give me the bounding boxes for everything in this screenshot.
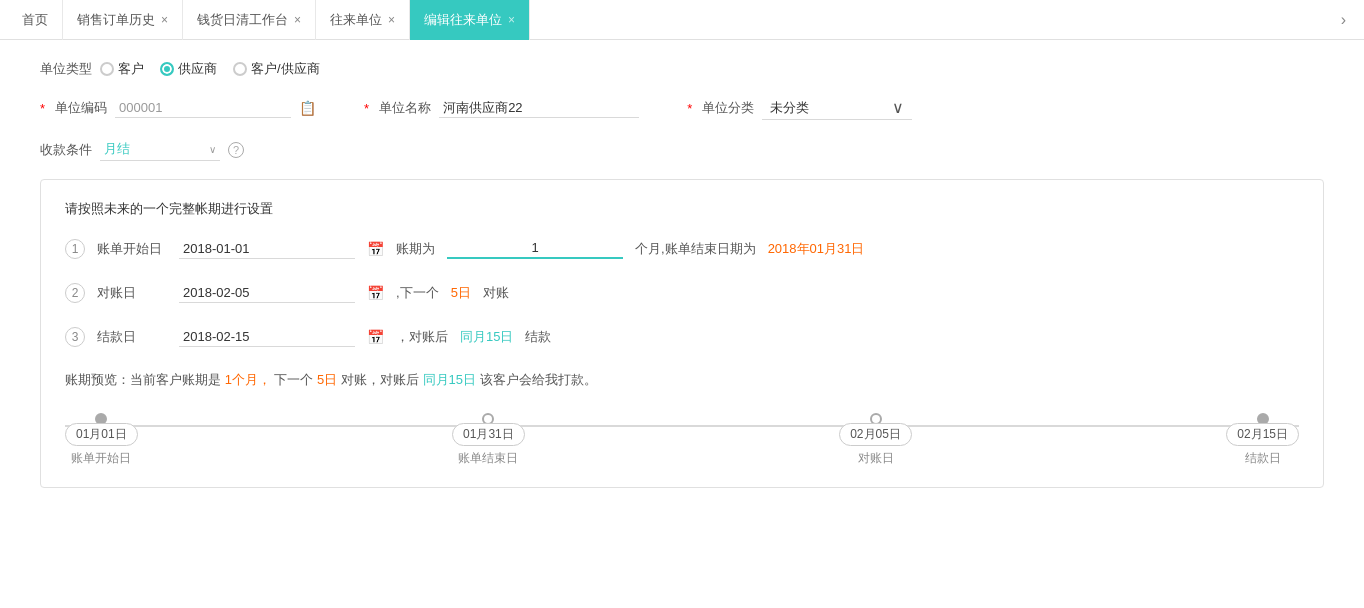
unit-category-value: 未分类 — [770, 99, 888, 117]
step-2-row: 2 对账日 📅 ,下一个 5日 对账 — [65, 283, 1299, 303]
radio-customer-label: 客户 — [118, 60, 144, 78]
step-1-date-input[interactable] — [179, 239, 355, 259]
step-1-end-date: 2018年01月31日 — [768, 240, 865, 258]
step-3-suffix: 结款 — [525, 328, 551, 346]
calendar-icon-2[interactable]: 📅 — [367, 285, 384, 301]
radio-both[interactable]: 客户/供应商 — [233, 60, 320, 78]
copy-icon[interactable]: 📋 — [299, 100, 316, 116]
node-badge-1: 01月01日 — [65, 423, 138, 446]
unit-name-input[interactable] — [439, 98, 639, 118]
timeline: 01月01日 账单开始日 01月31日 账单结束日 02月05日 对账日 — [65, 413, 1299, 467]
radio-supplier[interactable]: 供应商 — [160, 60, 217, 78]
main-content: 单位类型 客户 供应商 客户/供应商 * 单位编码 📋 — [0, 40, 1364, 608]
tab-sales-history[interactable]: 销售订单历史 × — [63, 0, 183, 40]
tab-home[interactable]: 首页 — [8, 0, 63, 40]
node-label-4: 结款日 — [1245, 450, 1281, 467]
step-3-number: 3 — [65, 327, 85, 347]
step-2-prefix: ,下一个 — [396, 284, 439, 302]
unit-name-item: * 单位名称 — [364, 98, 639, 118]
period-value-input[interactable] — [447, 238, 623, 259]
node-badge-2: 01月31日 — [452, 423, 525, 446]
chevron-down-small-icon: ∨ — [209, 144, 216, 155]
step-2-suffix: 对账 — [483, 284, 509, 302]
step-1-period-unit: 个月,账单结束日期为 — [635, 240, 756, 258]
radio-both-circle — [233, 62, 247, 76]
tab-bar: 首页 销售订单历史 × 钱货日清工作台 × 往来单位 × 编辑往来单位 × › — [0, 0, 1364, 40]
node-label-3: 对账日 — [858, 450, 894, 467]
step-3-highlight: 同月15日 — [460, 328, 513, 346]
calendar-icon-1[interactable]: 📅 — [367, 241, 384, 257]
preview-text: 账期预览：当前客户账期是 1个月， 下一个 5日 对账，对账后 同月15日 该客… — [65, 371, 1299, 389]
step-3-date-input[interactable] — [179, 327, 355, 347]
radio-supplier-label: 供应商 — [178, 60, 217, 78]
node-label-1: 账单开始日 — [71, 450, 131, 467]
timeline-node-4: 02月15日 结款日 — [1226, 413, 1299, 467]
timeline-nodes: 01月01日 账单开始日 01月31日 账单结束日 02月05日 对账日 — [65, 413, 1299, 467]
step-2-number: 2 — [65, 283, 85, 303]
step-3-label: 结款日 — [97, 328, 167, 346]
step-1-row: 1 账单开始日 📅 账期为 个月,账单结束日期为 2018年01月31日 — [65, 238, 1299, 259]
payment-item: 收款条件 月结 ∨ ? — [40, 138, 244, 161]
unit-category-label: 单位分类 — [702, 99, 754, 117]
timeline-node-3: 02月05日 对账日 — [839, 413, 912, 467]
unit-category-item: * 单位分类 未分类 ∨ — [687, 96, 912, 120]
tab-more-button[interactable]: › — [1331, 11, 1356, 29]
payment-value: 月结 — [104, 140, 205, 158]
tab-partner[interactable]: 往来单位 × — [316, 0, 410, 40]
unit-category-select[interactable]: 未分类 ∨ — [762, 96, 912, 120]
node-badge-4: 02月15日 — [1226, 423, 1299, 446]
step-1-suffix: 账期为 — [396, 240, 435, 258]
close-edit-partner[interactable]: × — [508, 13, 515, 27]
timeline-node-2: 01月31日 账单结束日 — [452, 413, 525, 467]
name-required-star: * — [364, 101, 369, 116]
timeline-node-1: 01月01日 账单开始日 — [65, 413, 138, 467]
code-required-star: * — [40, 101, 45, 116]
tab-edit-partner[interactable]: 编辑往来单位 × — [410, 0, 530, 40]
step-2-label: 对账日 — [97, 284, 167, 302]
unit-code-item: * 单位编码 📋 — [40, 98, 316, 118]
payment-label: 收款条件 — [40, 141, 92, 159]
payment-help-icon[interactable]: ? — [228, 142, 244, 158]
preview-period: 1个月， — [225, 372, 271, 387]
tab-cash-work[interactable]: 钱货日清工作台 × — [183, 0, 316, 40]
unit-name-label: 单位名称 — [379, 99, 431, 117]
node-label-2: 账单结束日 — [458, 450, 518, 467]
calendar-icon-3[interactable]: 📅 — [367, 329, 384, 345]
close-partner[interactable]: × — [388, 13, 395, 27]
unit-code-label: 单位编码 — [55, 99, 107, 117]
step-3-row: 3 结款日 📅 ，对账后 同月15日 结款 — [65, 327, 1299, 347]
unit-type-label: 单位类型 — [40, 60, 92, 78]
panel-description: 请按照未来的一个完整帐期进行设置 — [65, 200, 1299, 218]
radio-customer-circle — [100, 62, 114, 76]
settings-panel: 请按照未来的一个完整帐期进行设置 1 账单开始日 📅 账期为 个月,账单结束日期… — [40, 179, 1324, 488]
step-2-highlight: 5日 — [451, 284, 471, 302]
close-cash-work[interactable]: × — [294, 13, 301, 27]
radio-both-label: 客户/供应商 — [251, 60, 320, 78]
step-2-date-input[interactable] — [179, 283, 355, 303]
chevron-down-icon: ∨ — [892, 98, 904, 117]
payment-select[interactable]: 月结 ∨ — [100, 138, 220, 161]
node-badge-3: 02月05日 — [839, 423, 912, 446]
unit-type-label-group: 单位类型 — [40, 60, 92, 78]
radio-supplier-circle — [160, 62, 174, 76]
unit-type-radio-group: 客户 供应商 客户/供应商 — [100, 60, 320, 78]
code-name-category-row: * 单位编码 📋 * 单位名称 * 单位分类 未分类 ∨ — [40, 96, 1324, 120]
payment-row: 收款条件 月结 ∨ ? — [40, 138, 1324, 161]
category-required-star: * — [687, 101, 692, 116]
preview-date2: 同月15日 — [423, 372, 476, 387]
step-1-number: 1 — [65, 239, 85, 259]
step-1-label: 账单开始日 — [97, 240, 167, 258]
radio-customer[interactable]: 客户 — [100, 60, 144, 78]
step-3-prefix: ，对账后 — [396, 328, 448, 346]
preview-date1: 5日 — [317, 372, 337, 387]
unit-type-row: 单位类型 客户 供应商 客户/供应商 — [40, 60, 1324, 78]
close-sales-history[interactable]: × — [161, 13, 168, 27]
unit-code-input[interactable] — [115, 98, 291, 118]
